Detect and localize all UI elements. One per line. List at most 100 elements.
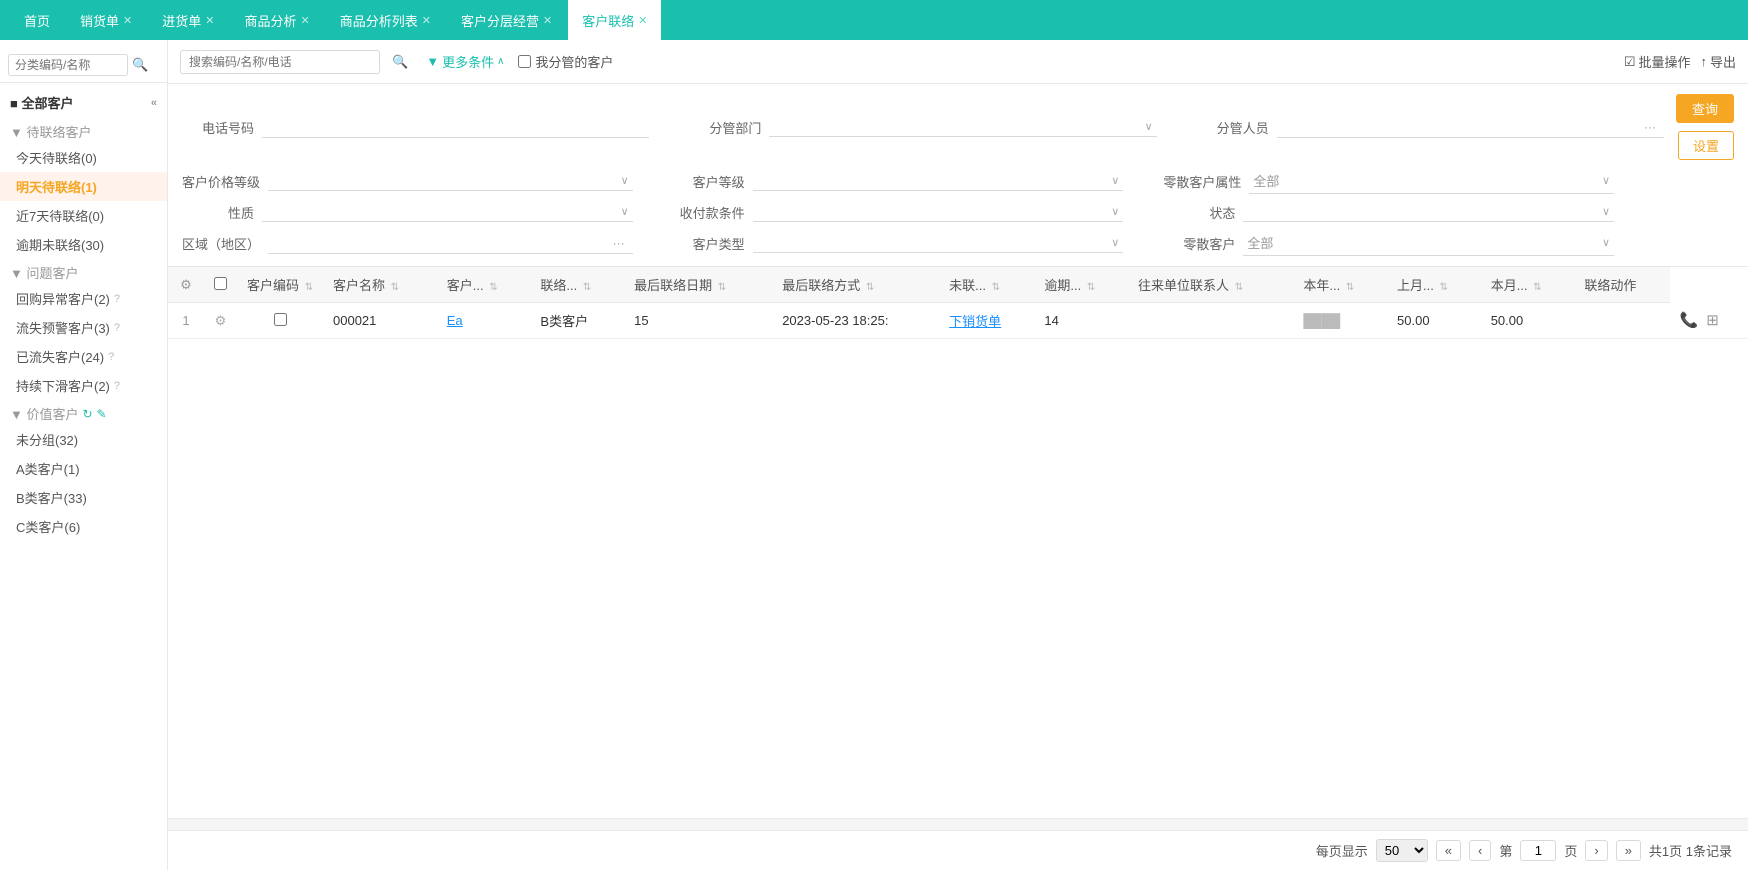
next-page-button[interactable]: › [1585, 840, 1607, 861]
th-this-month-amount[interactable]: 本月... ⇅ [1481, 267, 1575, 303]
th-contact-count[interactable]: 联络... ⇅ [530, 267, 624, 303]
sidebar-item-typeC[interactable]: C类客户(6) [0, 512, 167, 541]
filter-payment-select[interactable]: ∨ [753, 202, 1124, 222]
sidebar-item-today[interactable]: 今天待联络(0) [0, 143, 167, 172]
page-size-select[interactable]: 50 10 20 100 [1376, 839, 1428, 862]
filter-price-level: 客户价格等级 ∨ [182, 171, 633, 191]
filter-region-select[interactable]: ··· [268, 233, 633, 254]
sidebar-item-typeA[interactable]: A类客户(1) [0, 454, 167, 483]
filter-customer-type-select[interactable]: ∨ [753, 233, 1124, 253]
nav-item-customer-contact[interactable]: 客户联络 ✕ [568, 0, 661, 40]
nav-close-customer-contact[interactable]: ✕ [638, 14, 647, 27]
td-gear[interactable]: ⚙ [204, 303, 237, 339]
last-page-button[interactable]: » [1616, 840, 1641, 861]
nav-close-product-analysis[interactable]: ✕ [301, 14, 310, 27]
td-last-contact-method[interactable]: 下销货单 [939, 303, 1034, 339]
filter-scatter-attr-select[interactable]: 全部 ∨ [1249, 168, 1614, 194]
grid-icon[interactable]: ⊞ [1706, 311, 1719, 329]
filter-manager-select[interactable]: ··· [1277, 117, 1664, 138]
main-layout: 🔍 ■ 全部客户 « ▼ 待联络客户 今天待联络(0) 明天待联络(1) 近7天… [0, 40, 1748, 870]
sidebar-item-repurchase-abnormal[interactable]: 回购异常客户(2) ? [0, 284, 167, 313]
prev-page-button[interactable]: ‹ [1469, 840, 1491, 861]
td-type: B类客户 [530, 303, 624, 339]
th-gear[interactable]: ⚙ [168, 267, 204, 303]
refresh-icon[interactable]: ↻ [82, 407, 92, 421]
th-action: 联络动作 [1574, 267, 1669, 303]
search-input[interactable] [180, 50, 380, 74]
nav-close-sales[interactable]: ✕ [123, 14, 132, 27]
sidebar-item-churned[interactable]: 已流失客户(24) ? [0, 342, 167, 371]
filter-region-more[interactable]: ··· [609, 236, 629, 250]
filter-phone-input[interactable] [262, 116, 649, 138]
filter-row-4: 区域（地区） ··· 客户类型 ∨ 零散客户 [182, 230, 1734, 256]
nav-item-home[interactable]: 首页 [10, 0, 64, 40]
sidebar-all-customers[interactable]: ■ 全部客户 « [0, 87, 167, 118]
th-type[interactable]: 客户... ⇅ [437, 267, 531, 303]
nav-item-product-analysis[interactable]: 商品分析 ✕ [230, 0, 323, 40]
td-contact-person: ████ [1293, 303, 1387, 339]
sidebar-item-churn-warning[interactable]: 流失预警客户(3) ? [0, 313, 167, 342]
filter-row-1: 电话号码 分管部门 ∨ 分管人员 ··· [182, 94, 1734, 160]
nav-close-customer-tier[interactable]: ✕ [543, 14, 552, 27]
sidebar-item-tomorrow[interactable]: 明天待联络(1) [0, 172, 167, 201]
filter-region: 区域（地区） ··· [182, 233, 633, 254]
last-contact-method-link[interactable]: 下销货单 [949, 314, 1001, 329]
sidebar-search-icon[interactable]: 🔍 [132, 57, 148, 73]
nav-item-customer-tier[interactable]: 客户分层经营 ✕ [447, 0, 566, 40]
nav-item-purchase[interactable]: 进货单 ✕ [148, 0, 228, 40]
filter-price-level-select[interactable]: ∨ [268, 171, 633, 191]
my-customer-checkbox-label[interactable]: 我分管的客户 [518, 52, 613, 71]
toolbar: 🔍 ▼ 更多条件 ∧ 我分管的客户 ☑ 批量操作 ↑ 导出 [168, 40, 1748, 84]
filter-manager-more[interactable]: ··· [1640, 120, 1660, 134]
sidebar-item-typeB[interactable]: B类客户(33) [0, 483, 167, 512]
top-nav: 首页 销货单 ✕ 进货单 ✕ 商品分析 ✕ 商品分析列表 ✕ 客户分层经营 ✕ … [0, 0, 1748, 40]
filter-row-3: 性质 ∨ 收付款条件 ∨ 状态 [182, 202, 1734, 222]
th-checkbox[interactable] [204, 267, 237, 303]
sidebar-item-overdue[interactable]: 逾期未联络(30) [0, 230, 167, 259]
customer-name-link[interactable]: Ea [447, 313, 463, 328]
nav-item-product-analysis-list[interactable]: 商品分析列表 ✕ [326, 0, 445, 40]
sort-icon-this-month-amount: ⇅ [1533, 282, 1541, 293]
nav-item-sales[interactable]: 销货单 ✕ [66, 0, 146, 40]
td-uncontacted: 14 [1034, 303, 1128, 339]
td-name[interactable]: Ea [437, 303, 531, 339]
setting-button[interactable]: 设置 [1678, 131, 1734, 160]
help-icon-repurchase: ? [114, 293, 120, 305]
sidebar-item-week7[interactable]: 近7天待联络(0) [0, 201, 167, 230]
th-name[interactable]: 客户名称 ⇅ [323, 267, 437, 303]
th-overdue[interactable]: 逾期... ⇅ [1034, 267, 1128, 303]
filter-dept-select[interactable]: ∨ [769, 117, 1156, 137]
sidebar: 🔍 ■ 全部客户 « ▼ 待联络客户 今天待联络(0) 明天待联络(1) 近7天… [0, 40, 168, 870]
th-year-amount[interactable]: 本年... ⇅ [1293, 267, 1387, 303]
th-last-contact-date[interactable]: 最后联络日期 ⇅ [624, 267, 772, 303]
edit-icon[interactable]: ✎ [97, 407, 107, 421]
search-button[interactable]: 🔍 [388, 50, 412, 74]
filter-nature-select[interactable]: ∨ [262, 202, 633, 222]
batch-op-button[interactable]: ☑ 批量操作 [1624, 52, 1691, 71]
filter-scatter-customer-select[interactable]: 全部 ∨ [1243, 230, 1614, 256]
nav-close-product-analysis-list[interactable]: ✕ [422, 14, 431, 27]
filter-customer-level-select[interactable]: ∨ [753, 171, 1124, 191]
filter-status-select[interactable]: ∨ [1243, 202, 1614, 222]
th-contact-person[interactable]: 往来单位联系人 ⇅ [1128, 267, 1293, 303]
phone-icon[interactable]: 📞 [1680, 311, 1699, 329]
th-last-month-amount[interactable]: 上月... ⇅ [1387, 267, 1481, 303]
row-checkbox[interactable] [274, 313, 287, 326]
my-customer-checkbox[interactable] [518, 55, 531, 68]
nav-close-purchase[interactable]: ✕ [205, 14, 214, 27]
sidebar-search-input[interactable] [8, 54, 128, 76]
sidebar-item-declining[interactable]: 持续下滑客户(2) ? [0, 371, 167, 400]
th-uncontacted[interactable]: 未联... ⇅ [939, 267, 1034, 303]
table-scrollbar[interactable] [168, 818, 1748, 830]
sidebar-item-ungroup[interactable]: 未分组(32) [0, 425, 167, 454]
th-code[interactable]: 客户编码 ⇅ [237, 267, 323, 303]
th-last-contact-method[interactable]: 最后联络方式 ⇅ [772, 267, 939, 303]
query-button[interactable]: 查询 [1676, 94, 1734, 123]
td-checkbox[interactable] [237, 303, 323, 339]
filter-more-button[interactable]: ▼ 更多条件 ∧ [420, 48, 510, 75]
export-button[interactable]: ↑ 导出 [1700, 52, 1736, 71]
page-input[interactable] [1520, 840, 1556, 861]
td-code: 000021 [323, 303, 437, 339]
first-page-button[interactable]: « [1436, 840, 1461, 861]
select-all-checkbox[interactable] [214, 277, 227, 290]
